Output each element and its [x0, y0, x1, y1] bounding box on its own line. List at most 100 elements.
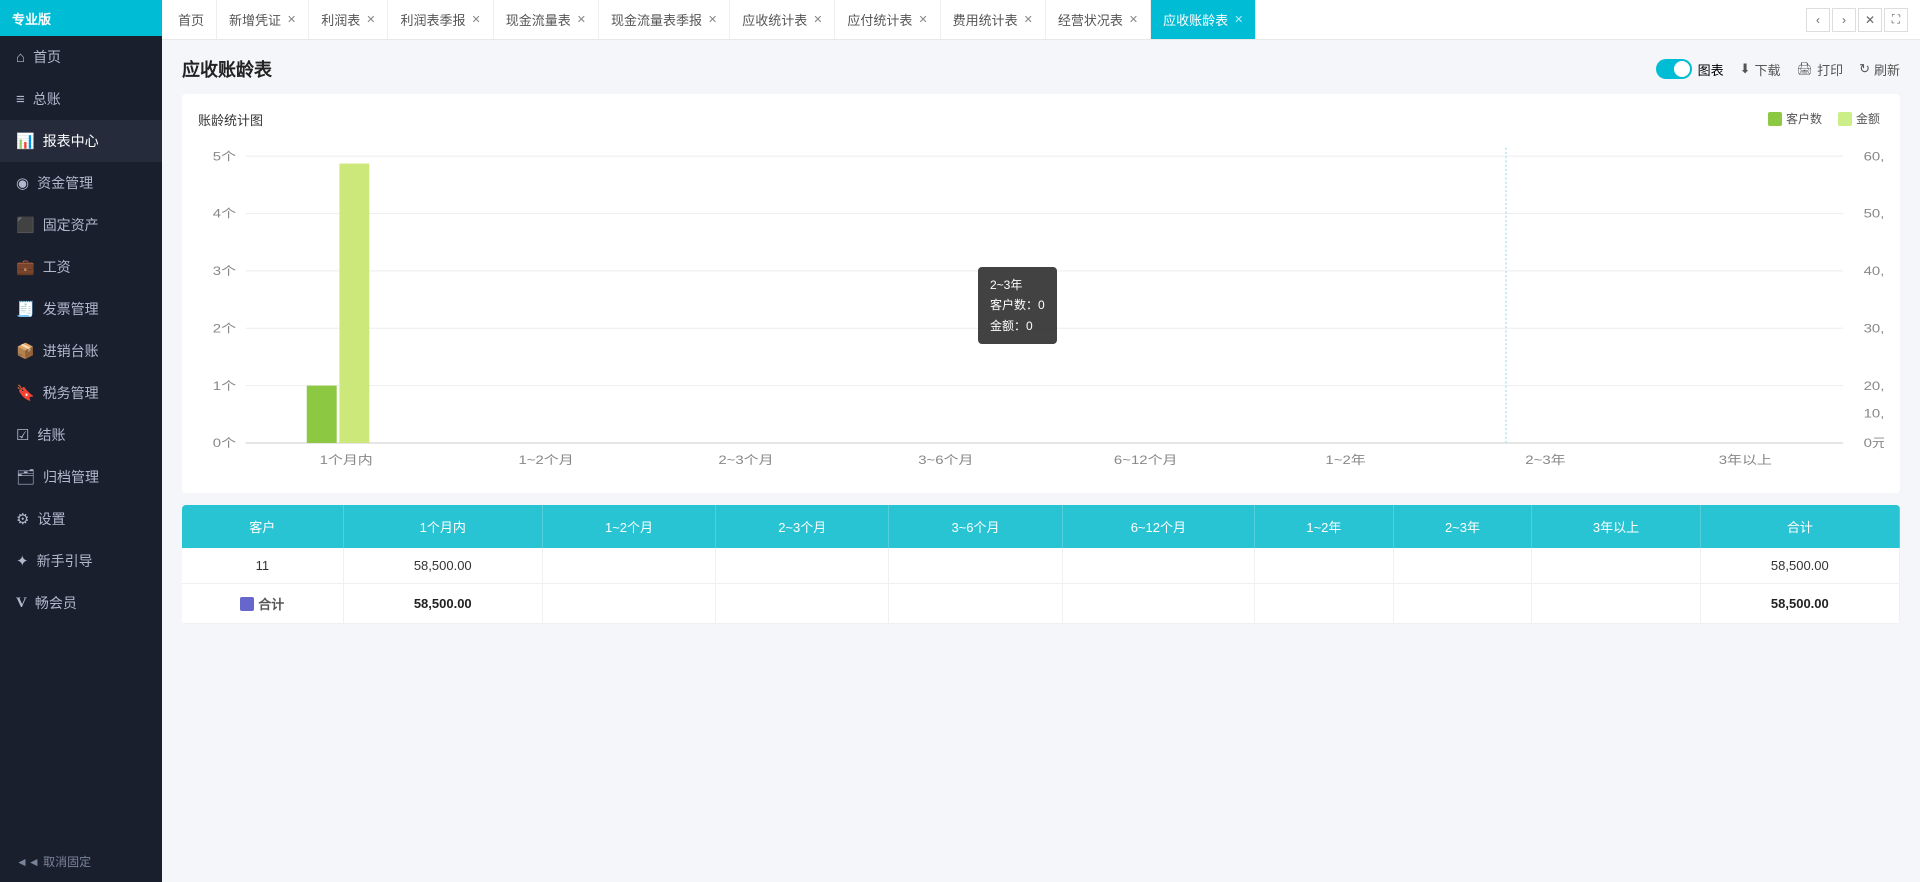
- svg-text:30,000.00元: 30,000.00元: [1864, 322, 1884, 335]
- header-actions: 图表 ⬇ 下载 🖨 打印 ↻ 刷新: [1656, 59, 1900, 79]
- tab-cashflow-quarter[interactable]: 现金流量表季报 ✕: [599, 0, 730, 39]
- tab-cashflow-quarter-close[interactable]: ✕: [708, 13, 717, 26]
- tab-profit-quarter-close[interactable]: ✕: [472, 13, 481, 26]
- tab-expense[interactable]: 费用统计表 ✕: [941, 0, 1046, 39]
- sidebar-item-settings[interactable]: ⚙ 设置: [0, 498, 162, 540]
- svg-text:4个: 4个: [213, 207, 236, 220]
- svg-text:40,000.00元: 40,000.00元: [1864, 265, 1884, 278]
- sidebar-item-member[interactable]: V 畅会员: [0, 582, 162, 624]
- stock-icon: 📦: [16, 342, 35, 360]
- tab-cashflow-label: 现金流量表: [506, 10, 571, 29]
- tab-ar-aging-close[interactable]: ✕: [1234, 13, 1243, 26]
- refresh-icon: ↻: [1859, 61, 1870, 77]
- tab-bar: 首页 新增凭证 ✕ 利润表 ✕ 利润表季报 ✕ 现金流量表 ✕ 现金流量表季报 …: [162, 0, 1920, 40]
- sidebar-item-label: 工资: [43, 257, 71, 277]
- archive-icon: 🗂: [16, 468, 35, 486]
- legend-customer-label: 客户数: [1786, 110, 1822, 127]
- tab-ar-stat[interactable]: 应收统计表 ✕: [730, 0, 835, 39]
- tab-prev-button[interactable]: ‹: [1806, 8, 1830, 32]
- tab-expense-label: 费用统计表: [953, 10, 1018, 29]
- tab-cashflow-quarter-label: 现金流量表季报: [611, 10, 702, 29]
- col-m612: 6~12个月: [1062, 505, 1254, 548]
- sidebar-item-label: 归档管理: [43, 467, 99, 487]
- total-m23: [716, 584, 889, 624]
- tab-profit-label: 利润表: [321, 10, 360, 29]
- sidebar-item-label: 结账: [37, 425, 65, 445]
- cell-customer: 11: [182, 548, 343, 584]
- page-content: 应收账龄表 图表 ⬇ 下载 🖨 打印 ↻ 刷新: [162, 40, 1920, 882]
- sidebar-item-stock[interactable]: 📦 进销台账: [0, 330, 162, 372]
- download-button[interactable]: ⬇ 下载: [1740, 60, 1781, 79]
- download-label: 下载: [1755, 60, 1781, 79]
- tab-expense-close[interactable]: ✕: [1024, 13, 1033, 26]
- tab-cashflow-close[interactable]: ✕: [577, 13, 586, 26]
- svg-text:60,000.00元: 60,000.00元: [1864, 150, 1884, 163]
- tab-profit-close[interactable]: ✕: [366, 13, 375, 26]
- sidebar-item-label: 畅会员: [35, 593, 77, 613]
- guide-icon: ✦: [16, 552, 29, 570]
- svg-text:1~2个月: 1~2个月: [518, 454, 573, 467]
- tab-ar-stat-close[interactable]: ✕: [813, 13, 822, 26]
- chart-title: 账龄统计图: [198, 110, 1884, 129]
- tab-profit-quarter[interactable]: 利润表季报 ✕: [388, 0, 493, 39]
- tab-maximize-button[interactable]: ⛶: [1884, 8, 1908, 32]
- chart-toggle[interactable]: [1656, 59, 1692, 79]
- sidebar-item-settle[interactable]: ☑ 结账: [0, 414, 162, 456]
- legend-customer-dot: [1768, 112, 1782, 126]
- col-m36: 3~6个月: [889, 505, 1062, 548]
- print-button[interactable]: 🖨 打印: [1797, 60, 1844, 79]
- sidebar-collapse-button[interactable]: ◄◄ 取消固定: [0, 841, 162, 882]
- tab-biz[interactable]: 经营状况表 ✕: [1046, 0, 1151, 39]
- tab-voucher[interactable]: 新增凭证 ✕: [217, 0, 309, 39]
- tab-voucher-close[interactable]: ✕: [287, 13, 296, 26]
- total-m36: [889, 584, 1062, 624]
- sidebar-item-report[interactable]: 📊 报表中心: [0, 120, 162, 162]
- sidebar-item-label: 固定资产: [43, 215, 99, 235]
- sidebar-item-fund[interactable]: ◉ 资金管理: [0, 162, 162, 204]
- legend-amount-dot: [1838, 112, 1852, 126]
- sidebar-item-label: 总账: [33, 89, 61, 109]
- sidebar-item-label: 进销台账: [43, 341, 99, 361]
- settings-icon: ⚙: [16, 510, 29, 528]
- tab-biz-label: 经营状况表: [1058, 10, 1123, 29]
- cell-m36: [889, 548, 1062, 584]
- sidebar-item-label: 税务管理: [43, 383, 99, 403]
- tab-home[interactable]: 首页: [166, 0, 217, 39]
- sidebar-item-label: 设置: [37, 509, 65, 529]
- total-label-cell: 合计: [182, 584, 343, 624]
- invoice-icon: 🧾: [16, 300, 35, 318]
- refresh-button[interactable]: ↻ 刷新: [1859, 60, 1900, 79]
- sidebar-item-label: 报表中心: [43, 131, 99, 151]
- tab-ap-stat-close[interactable]: ✕: [918, 13, 927, 26]
- ledger-icon: ≡: [16, 91, 25, 108]
- sidebar-item-ledger[interactable]: ≡ 总账: [0, 78, 162, 120]
- bar-customer-0: [307, 386, 337, 443]
- tab-ar-aging-label: 应收账龄表: [1163, 10, 1228, 29]
- total-icon: [240, 597, 254, 611]
- table-total-row: 合计 58,500.00 58,500.00: [182, 584, 1900, 624]
- sidebar-item-archive[interactable]: 🗂 归档管理: [0, 456, 162, 498]
- sidebar-item-invoice[interactable]: 🧾 发票管理: [0, 288, 162, 330]
- col-y23: 2~3年: [1393, 505, 1532, 548]
- sidebar-item-asset[interactable]: ⬛ 固定资产: [0, 204, 162, 246]
- tab-next-button[interactable]: ›: [1832, 8, 1856, 32]
- home-icon: ⌂: [16, 49, 25, 66]
- main-content: 首页 新增凭证 ✕ 利润表 ✕ 利润表季报 ✕ 现金流量表 ✕ 现金流量表季报 …: [162, 0, 1920, 882]
- sidebar-item-label: 资金管理: [37, 173, 93, 193]
- col-m12: 1~2个月: [542, 505, 715, 548]
- tab-ap-stat[interactable]: 应付统计表 ✕: [835, 0, 940, 39]
- tab-profit[interactable]: 利润表 ✕: [309, 0, 388, 39]
- svg-text:1~2年: 1~2年: [1325, 454, 1365, 467]
- cell-m612: [1062, 548, 1254, 584]
- tab-close-all-button[interactable]: ✕: [1858, 8, 1882, 32]
- sidebar-item-home[interactable]: ⌂ 首页: [0, 36, 162, 78]
- tab-biz-close[interactable]: ✕: [1129, 13, 1138, 26]
- col-m1: 1个月内: [343, 505, 542, 548]
- sidebar-item-tax[interactable]: 🔖 税务管理: [0, 372, 162, 414]
- print-label: 打印: [1817, 60, 1843, 79]
- tab-cashflow[interactable]: 现金流量表 ✕: [494, 0, 599, 39]
- sidebar-item-label: 首页: [33, 47, 61, 67]
- sidebar-item-guide[interactable]: ✦ 新手引导: [0, 540, 162, 582]
- tab-ar-aging[interactable]: 应收账龄表 ✕: [1151, 0, 1256, 39]
- sidebar-item-salary[interactable]: 💼 工资: [0, 246, 162, 288]
